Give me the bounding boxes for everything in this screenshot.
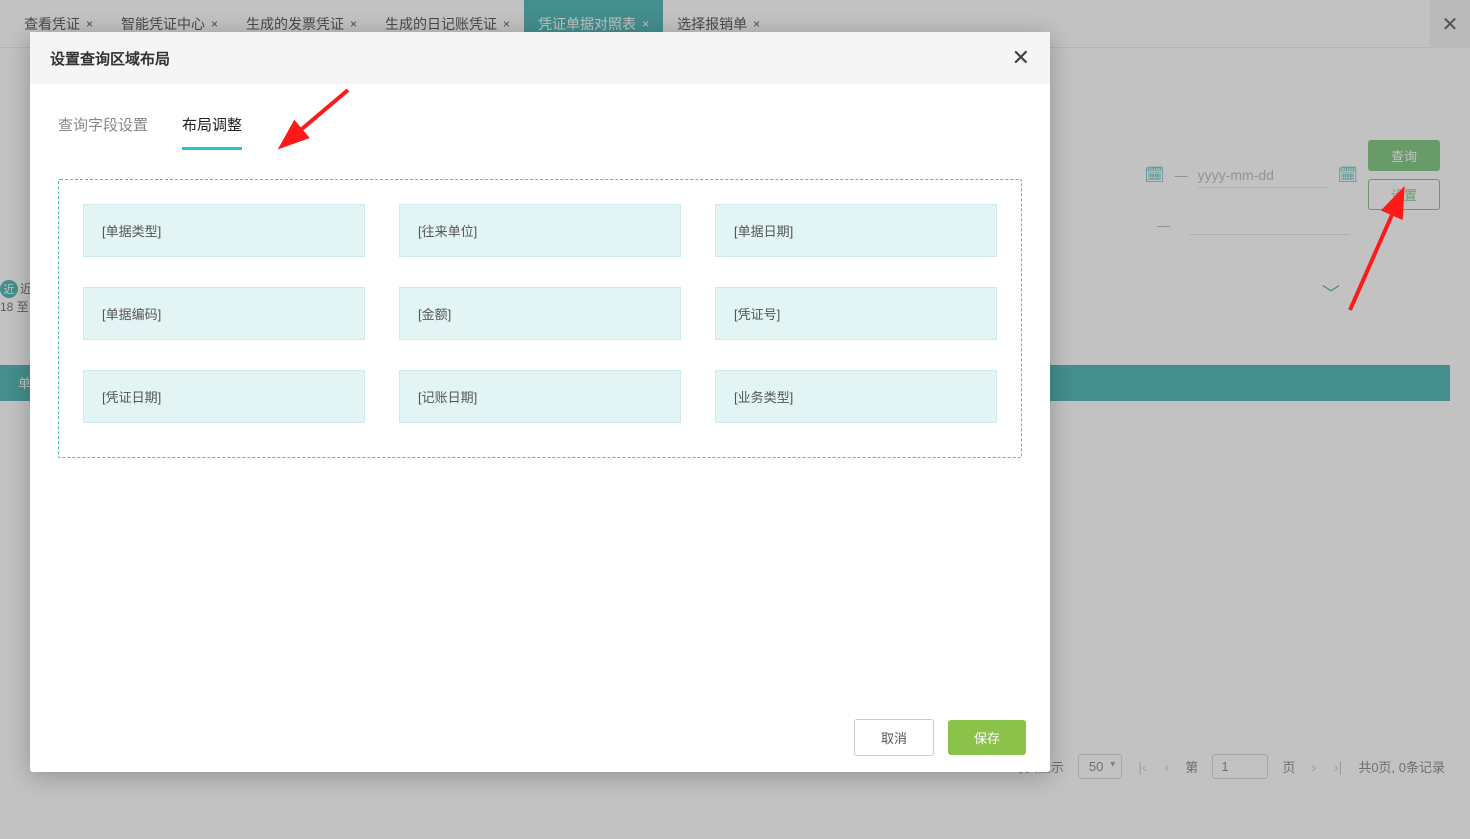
- layout-cell[interactable]: [凭证号]: [715, 287, 997, 340]
- layout-settings-modal: 设置查询区域布局 ✕ 查询字段设置 布局调整 [单据类型] [往来单位] [单据…: [30, 32, 1050, 772]
- cancel-button[interactable]: 取消: [854, 719, 934, 756]
- layout-cell[interactable]: [单据日期]: [715, 204, 997, 257]
- layout-grid: [单据类型] [往来单位] [单据日期] [单据编码] [金额] [凭证号] […: [83, 204, 997, 423]
- modal-title: 设置查询区域布局: [50, 48, 170, 69]
- save-button[interactable]: 保存: [948, 720, 1026, 755]
- modal-body: 查询字段设置 布局调整 [单据类型] [往来单位] [单据日期] [单据编码] …: [30, 84, 1050, 702]
- layout-drop-zone[interactable]: [单据类型] [往来单位] [单据日期] [单据编码] [金额] [凭证号] […: [58, 179, 1022, 458]
- modal-tab-fields[interactable]: 查询字段设置: [58, 106, 148, 150]
- layout-cell[interactable]: [单据编码]: [83, 287, 365, 340]
- layout-cell[interactable]: [凭证日期]: [83, 370, 365, 423]
- layout-cell[interactable]: [单据类型]: [83, 204, 365, 257]
- modal-tab-layout[interactable]: 布局调整: [182, 106, 242, 150]
- modal-close-button[interactable]: ✕: [1012, 45, 1030, 71]
- layout-cell[interactable]: [往来单位]: [399, 204, 681, 257]
- layout-cell[interactable]: [金额]: [399, 287, 681, 340]
- modal-footer: 取消 保存: [30, 702, 1050, 772]
- modal-tabs: 查询字段设置 布局调整: [58, 106, 1022, 151]
- modal-header: 设置查询区域布局 ✕: [30, 32, 1050, 84]
- layout-cell[interactable]: [业务类型]: [715, 370, 997, 423]
- layout-cell[interactable]: [记账日期]: [399, 370, 681, 423]
